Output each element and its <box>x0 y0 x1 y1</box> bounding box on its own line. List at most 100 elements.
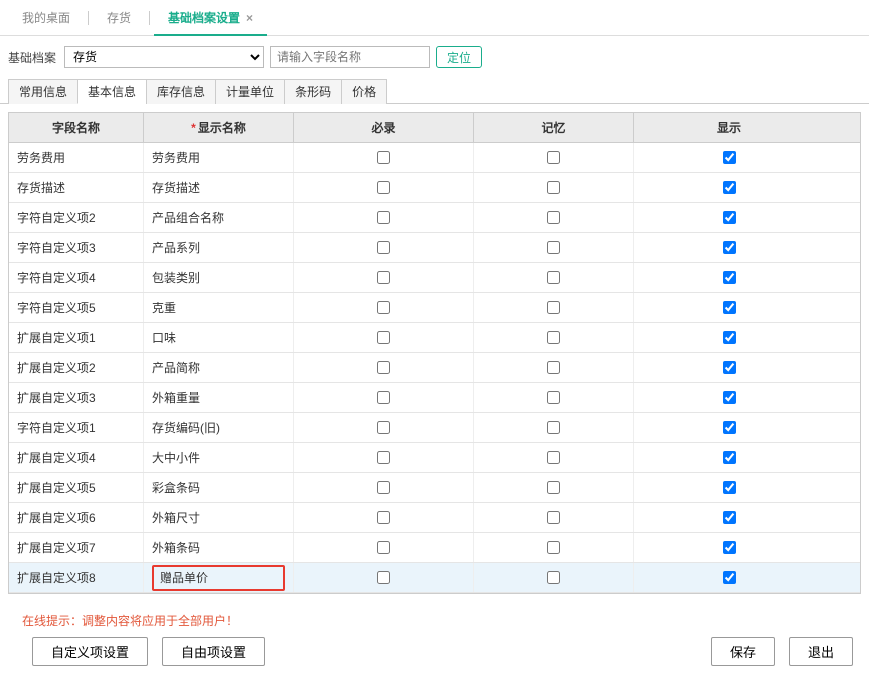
table-row[interactable]: 字符自定义项5克重 <box>9 293 860 323</box>
memory-checkbox[interactable] <box>547 151 560 164</box>
table-row[interactable]: 字符自定义项1存货编码(旧) <box>9 413 860 443</box>
free-item-button[interactable]: 自由项设置 <box>162 637 265 666</box>
display-name-cell[interactable]: 包装类别 <box>144 263 294 292</box>
sub-tab[interactable]: 基本信息 <box>77 79 147 104</box>
sub-tab[interactable]: 条形码 <box>284 79 342 104</box>
required-checkbox[interactable] <box>377 391 390 404</box>
memory-checkbox[interactable] <box>547 421 560 434</box>
show-checkbox[interactable] <box>723 481 736 494</box>
show-checkbox[interactable] <box>723 391 736 404</box>
show-checkbox[interactable] <box>723 301 736 314</box>
memory-checkbox[interactable] <box>547 451 560 464</box>
show-checkbox[interactable] <box>723 331 736 344</box>
required-checkbox[interactable] <box>377 151 390 164</box>
required-checkbox[interactable] <box>377 511 390 524</box>
memory-checkbox[interactable] <box>547 541 560 554</box>
table-row[interactable]: 扩展自定义项3外箱重量 <box>9 383 860 413</box>
custom-item-button[interactable]: 自定义项设置 <box>32 637 148 666</box>
sub-tab[interactable]: 库存信息 <box>146 79 216 104</box>
display-name-cell[interactable]: 口味 <box>144 323 294 352</box>
page-tab[interactable]: 基础档案设置× <box>154 0 267 36</box>
memory-checkbox[interactable] <box>547 571 560 584</box>
display-name-cell[interactable]: 克重 <box>144 293 294 322</box>
memory-checkbox[interactable] <box>547 271 560 284</box>
required-checkbox[interactable] <box>377 541 390 554</box>
table-row[interactable]: 字符自定义项2产品组合名称 <box>9 203 860 233</box>
col-memory[interactable]: 记忆 <box>474 113 634 142</box>
show-checkbox[interactable] <box>723 451 736 464</box>
display-name-cell[interactable]: 赠品单价 <box>144 563 294 592</box>
show-checkbox[interactable] <box>723 151 736 164</box>
col-show[interactable]: 显示 <box>634 113 824 142</box>
table-row[interactable]: 扩展自定义项5彩盒条码 <box>9 473 860 503</box>
display-name-cell[interactable]: 存货描述 <box>144 173 294 202</box>
table-row[interactable]: 扩展自定义项4大中小件 <box>9 443 860 473</box>
show-checkbox[interactable] <box>723 181 736 194</box>
field-name-cell: 扩展自定义项7 <box>9 533 144 562</box>
col-field-name[interactable]: 字段名称 <box>9 113 144 142</box>
memory-checkbox[interactable] <box>547 331 560 344</box>
memory-checkbox[interactable] <box>547 361 560 374</box>
col-required[interactable]: 必录 <box>294 113 474 142</box>
show-checkbox[interactable] <box>723 361 736 374</box>
required-checkbox[interactable] <box>377 211 390 224</box>
page-tab[interactable]: 存货 <box>93 0 145 36</box>
memory-checkbox[interactable] <box>547 211 560 224</box>
table-row[interactable]: 扩展自定义项7外箱条码 <box>9 533 860 563</box>
memory-checkbox[interactable] <box>547 511 560 524</box>
show-checkbox[interactable] <box>723 571 736 584</box>
required-checkbox[interactable] <box>377 181 390 194</box>
memory-checkbox[interactable] <box>547 181 560 194</box>
show-checkbox[interactable] <box>723 511 736 524</box>
table-row[interactable]: 扩展自定义项8赠品单价 <box>9 563 860 593</box>
display-name-cell[interactable]: 产品简称 <box>144 353 294 382</box>
exit-button[interactable]: 退出 <box>789 637 853 666</box>
table-row[interactable]: 扩展自定义项1口味 <box>9 323 860 353</box>
display-name-cell[interactable]: 外箱尺寸 <box>144 503 294 532</box>
required-checkbox[interactable] <box>377 421 390 434</box>
display-name-cell[interactable]: 彩盒条码 <box>144 473 294 502</box>
required-checkbox[interactable] <box>377 481 390 494</box>
memory-checkbox[interactable] <box>547 301 560 314</box>
show-checkbox[interactable] <box>723 241 736 254</box>
show-checkbox[interactable] <box>723 271 736 284</box>
required-checkbox[interactable] <box>377 301 390 314</box>
required-checkbox[interactable] <box>377 271 390 284</box>
memory-cell <box>474 533 634 562</box>
table-row[interactable]: 字符自定义项3产品系列 <box>9 233 860 263</box>
memory-checkbox[interactable] <box>547 241 560 254</box>
required-checkbox[interactable] <box>377 361 390 374</box>
required-checkbox[interactable] <box>377 241 390 254</box>
grid-body[interactable]: 生产耗用生产耗用劳务费用劳务费用存货描述存货描述字符自定义项2产品组合名称字符自… <box>9 143 860 593</box>
sub-tab[interactable]: 计量单位 <box>215 79 285 104</box>
memory-checkbox[interactable] <box>547 481 560 494</box>
table-row[interactable]: 字符自定义项4包装类别 <box>9 263 860 293</box>
display-name-cell[interactable]: 大中小件 <box>144 443 294 472</box>
table-row[interactable]: 扩展自定义项6外箱尺寸 <box>9 503 860 533</box>
table-row[interactable]: 存货描述存货描述 <box>9 173 860 203</box>
display-name-cell[interactable]: 外箱条码 <box>144 533 294 562</box>
close-icon[interactable]: × <box>246 11 253 25</box>
archive-select[interactable]: 存货 <box>64 46 264 68</box>
required-checkbox[interactable] <box>377 331 390 344</box>
sub-tab[interactable]: 价格 <box>341 79 387 104</box>
display-name-cell[interactable]: 产品组合名称 <box>144 203 294 232</box>
col-display-name[interactable]: *显示名称 <box>144 113 294 142</box>
required-checkbox[interactable] <box>377 451 390 464</box>
show-checkbox[interactable] <box>723 541 736 554</box>
show-checkbox[interactable] <box>723 211 736 224</box>
display-name-cell[interactable]: 产品系列 <box>144 233 294 262</box>
display-name-cell[interactable]: 劳务费用 <box>144 143 294 172</box>
required-checkbox[interactable] <box>377 571 390 584</box>
display-name-cell[interactable]: 外箱重量 <box>144 383 294 412</box>
field-search-input[interactable] <box>270 46 430 68</box>
page-tab[interactable]: 我的桌面 <box>8 0 84 36</box>
display-name-cell[interactable]: 存货编码(旧) <box>144 413 294 442</box>
memory-checkbox[interactable] <box>547 391 560 404</box>
table-row[interactable]: 扩展自定义项2产品简称 <box>9 353 860 383</box>
show-checkbox[interactable] <box>723 421 736 434</box>
sub-tab[interactable]: 常用信息 <box>8 79 78 104</box>
save-button[interactable]: 保存 <box>711 637 775 666</box>
table-row[interactable]: 劳务费用劳务费用 <box>9 143 860 173</box>
locate-button[interactable]: 定位 <box>436 46 482 68</box>
